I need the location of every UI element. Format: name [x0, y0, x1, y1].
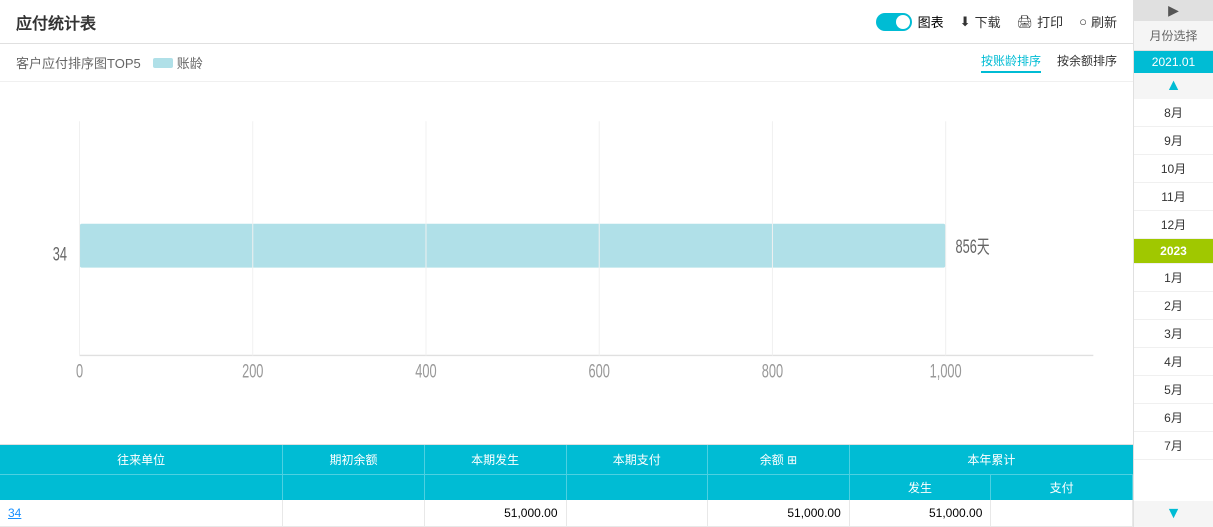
table-data-row: 3451,000.0051,000.0051,000.00 — [0, 500, 1133, 527]
y-axis-label: 34 — [53, 244, 67, 265]
chart-body: 34 856天 0 200 400 600 800 1,000 — [0, 82, 1133, 444]
download-icon: ⬇ — [960, 14, 971, 30]
svg-text:600: 600 — [589, 361, 610, 382]
chart-label: 图表 — [918, 12, 944, 31]
refresh-label: 刷新 — [1091, 12, 1117, 31]
sidebar: ▶ 月份选择 2021.01 ▲ 8月 9月 10月 11月 12月 2023 … — [1133, 0, 1213, 527]
toggle-knob — [896, 15, 910, 29]
refresh-icon: ○ — [1079, 14, 1087, 29]
print-button[interactable]: 🖨 打印 — [1017, 12, 1064, 31]
header-actions: 图表 ⬇ 下载 🖨 打印 ○ 刷新 — [876, 12, 1117, 31]
download-button[interactable]: ⬇ 下载 — [960, 12, 1001, 31]
year-marker-2023[interactable]: 2023 — [1134, 239, 1213, 264]
legend-account-color — [153, 58, 173, 68]
month-item-5[interactable]: 5月 — [1134, 376, 1213, 404]
month-item-11[interactable]: 11月 — [1134, 183, 1213, 211]
svg-text:0: 0 — [76, 361, 83, 382]
sidebar-current-date: 2021.01 — [1134, 51, 1213, 73]
month-item-10[interactable]: 10月 — [1134, 155, 1213, 183]
sort-by-amount-button[interactable]: 按账龄排序 — [981, 52, 1041, 73]
chart-bar — [80, 224, 946, 268]
main-content: 应付统计表 图表 ⬇ 下载 🖨 打印 ○ 刷新 — [0, 0, 1133, 527]
chart-toolbar: 客户应付排序图TOP5 账龄 按账龄排序 按余额排序 — [0, 44, 1133, 82]
svg-text:400: 400 — [415, 361, 436, 382]
legend-top5-label: 客户应付排序图TOP5 — [16, 53, 141, 72]
legend-top5: 客户应付排序图TOP5 — [16, 53, 141, 72]
scroll-up-button[interactable]: ▲ — [1134, 73, 1213, 99]
collapse-icon: ▶ — [1168, 2, 1179, 18]
table-section: 往来单位期初余额本期发生本期支付余额 ⊞本年累计发生支付3451,000.005… — [0, 444, 1133, 527]
month-item-3[interactable]: 3月 — [1134, 320, 1213, 348]
svg-text:200: 200 — [242, 361, 263, 382]
page-header: 应付统计表 图表 ⬇ 下载 🖨 打印 ○ 刷新 — [0, 0, 1133, 44]
print-icon: 🖨 — [1017, 14, 1034, 30]
chart-legend: 客户应付排序图TOP5 账龄 — [16, 53, 203, 72]
chart-svg: 34 856天 0 200 400 600 800 1,000 — [50, 92, 1113, 414]
sort-by-balance-button[interactable]: 按余额排序 — [1057, 52, 1117, 73]
month-item-7[interactable]: 7月 — [1134, 432, 1213, 460]
sort-buttons: 按账龄排序 按余额排序 — [981, 52, 1117, 73]
chart-toggle-wrap[interactable]: 图表 — [876, 12, 944, 31]
month-item-4[interactable]: 4月 — [1134, 348, 1213, 376]
sidebar-header: 月份选择 — [1134, 21, 1213, 51]
page-title: 应付统计表 — [16, 10, 96, 34]
svg-text:1,000: 1,000 — [930, 361, 962, 382]
month-item-2[interactable]: 2月 — [1134, 292, 1213, 320]
scroll-down-button[interactable]: ▼ — [1134, 501, 1213, 527]
month-item-8[interactable]: 8月 — [1134, 99, 1213, 127]
days-label: 856天 — [956, 237, 990, 258]
chart-toggle[interactable] — [876, 13, 912, 31]
legend-account-label: 账龄 — [177, 53, 203, 72]
collapse-sidebar-button[interactable]: ▶ — [1134, 0, 1213, 21]
svg-text:800: 800 — [762, 361, 783, 382]
refresh-button[interactable]: ○ 刷新 — [1079, 12, 1117, 31]
print-label: 打印 — [1037, 12, 1063, 31]
chart-area: 客户应付排序图TOP5 账龄 按账龄排序 按余额排序 34 856天 — [0, 44, 1133, 527]
sidebar-month-list: 8月 9月 10月 11月 12月 2023 1月 2月 3月 4月 5月 6月… — [1134, 99, 1213, 501]
download-label: 下载 — [975, 12, 1001, 31]
month-item-12[interactable]: 12月 — [1134, 211, 1213, 239]
month-item-9[interactable]: 9月 — [1134, 127, 1213, 155]
legend-account: 账龄 — [153, 53, 203, 72]
month-item-6[interactable]: 6月 — [1134, 404, 1213, 432]
month-item-1[interactable]: 1月 — [1134, 264, 1213, 292]
